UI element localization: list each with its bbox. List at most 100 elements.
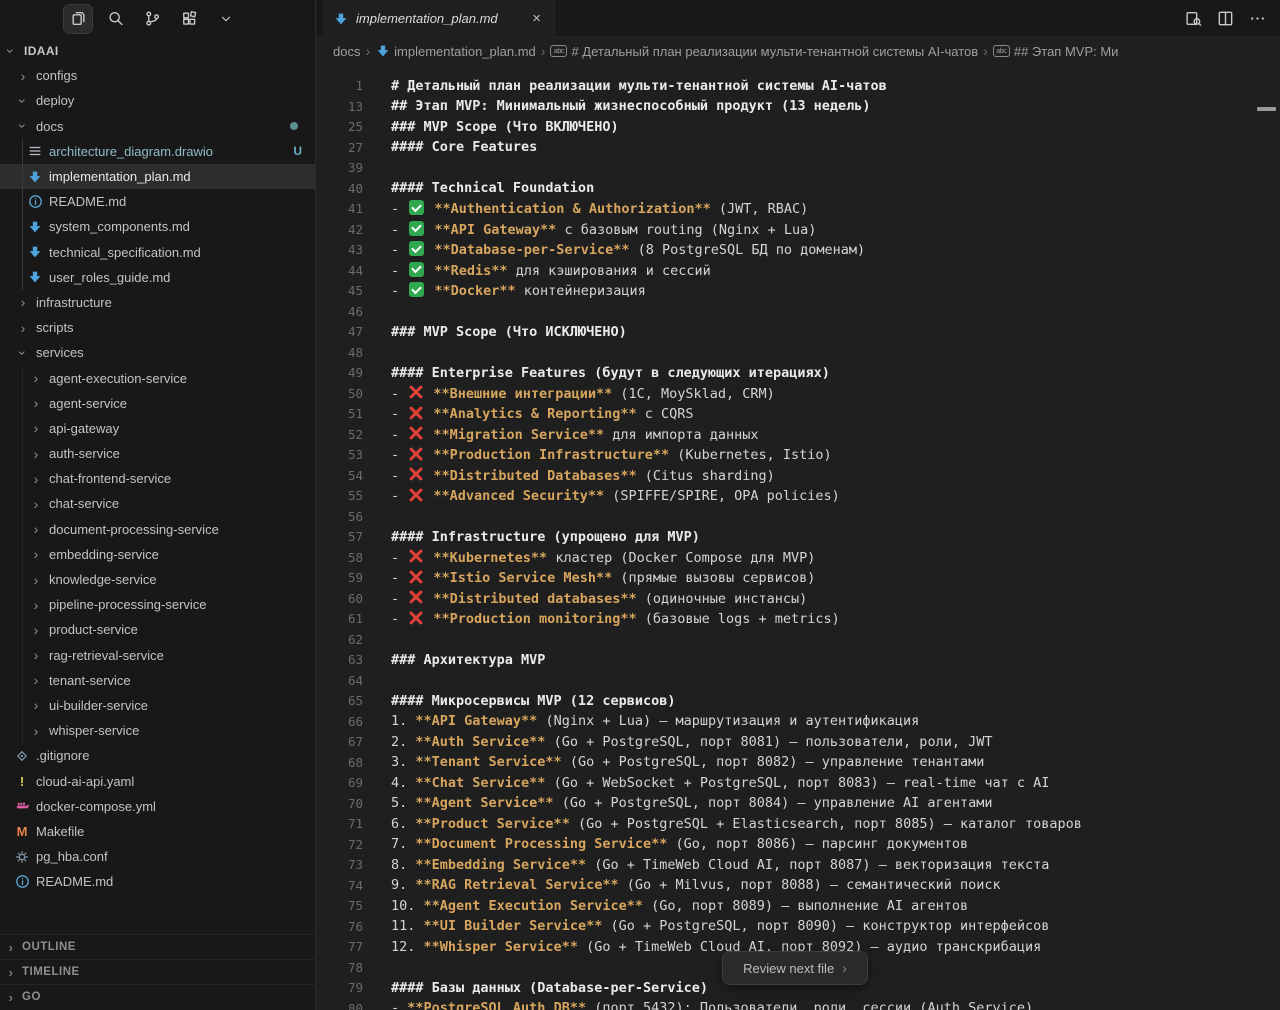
code-line-54[interactable]: 54 - **Distributed Databases** (Citus sha…: [317, 465, 1280, 486]
tree-item-docs[interactable]: › docs: [0, 114, 315, 139]
code-line-75[interactable]: 75 10. **Agent Execution Service** (Go, п…: [317, 896, 1280, 917]
code-line-27[interactable]: 27 #### Core Features: [317, 137, 1280, 158]
code-line-1[interactable]: 1 # Детальный план реализации мульти-тена…: [317, 76, 1280, 97]
code-line-68[interactable]: 68 3. **Tenant Service** (Go + PostgreSQL…: [317, 752, 1280, 773]
code-line-69[interactable]: 69 4. **Chat Service** (Go + WebSocket + …: [317, 773, 1280, 794]
code-line-55[interactable]: 55 - **Advanced Security** (SPIFFE/SPIRE,…: [317, 486, 1280, 507]
breadcrumb-item[interactable]: docs: [333, 44, 360, 59]
search-icon[interactable]: [101, 5, 129, 33]
tree-item-scripts[interactable]: › scripts: [0, 315, 315, 340]
code-line-63[interactable]: 63 ### Архитектура MVP: [317, 650, 1280, 671]
breadcrumb-item[interactable]: abc ## Этап MVP: Ми: [992, 44, 1118, 59]
tree-item-agent-execution-service[interactable]: › agent-execution-service: [0, 365, 315, 390]
section-timeline[interactable]: › TIMELINE: [0, 959, 315, 984]
code-line-42[interactable]: 42 - **API Gateway** с базовым routing (N…: [317, 219, 1280, 240]
code-area[interactable]: 1 # Детальный план реализации мульти-тена…: [317, 65, 1280, 1010]
tab-implementation-plan[interactable]: implementation_plan.md ×: [323, 0, 555, 37]
tree-root-idaai[interactable]: › IDAAI: [0, 38, 315, 63]
tree-item-architecture-diagram-drawio[interactable]: architecture_diagram.drawio U: [0, 139, 315, 164]
line-number: 66: [347, 713, 363, 729]
code-line-62[interactable]: 62: [317, 629, 1280, 650]
code-line-49[interactable]: 49 #### Enterprise Features (будут в след…: [317, 363, 1280, 384]
code-line-13[interactable]: 13 ## Этап MVP: Минимальный жизнеспособны…: [317, 96, 1280, 117]
tree-item-agent-service[interactable]: › agent-service: [0, 391, 315, 416]
code-line-80[interactable]: 80 - **PostgreSQL Auth DB** (порт 5432): …: [317, 998, 1280, 1010]
tree-item-chat-frontend-service[interactable]: › chat-frontend-service: [0, 466, 315, 491]
code-line-65[interactable]: 65 #### Микросервисы MVP (12 сервисов): [317, 691, 1280, 712]
code-line-73[interactable]: 73 8. **Embedding Service** (Go + TimeWeb…: [317, 855, 1280, 876]
split-editor-icon[interactable]: [1212, 6, 1238, 32]
tree-item-configs[interactable]: › configs: [0, 63, 315, 88]
chevron-down-icon[interactable]: [212, 5, 240, 33]
tree-item-pg-hba-conf[interactable]: pg_hba.conf: [0, 844, 315, 869]
text-token: 2.: [391, 733, 416, 750]
code-line-50[interactable]: 50 - **Внешние интеграции** (1C, MoySklad…: [317, 383, 1280, 404]
code-line-48[interactable]: 48: [317, 342, 1280, 363]
tree-item-knowledge-service[interactable]: › knowledge-service: [0, 567, 315, 592]
tree-item-auth-service[interactable]: › auth-service: [0, 441, 315, 466]
tree-item-technical-specification-md[interactable]: technical_specification.md: [0, 240, 315, 265]
tree-item-readme-md[interactable]: README.md: [0, 869, 315, 894]
code-line-52[interactable]: 52 - **Migration Service** для импорта да…: [317, 424, 1280, 445]
code-line-46[interactable]: 46: [317, 301, 1280, 322]
code-line-51[interactable]: 51 - **Analytics & Reporting** с CQRS: [317, 404, 1280, 425]
code-line-61[interactable]: 61 - **Production monitoring** (базовые l…: [317, 609, 1280, 630]
code-line-72[interactable]: 72 7. **Document Processing Service** (Go…: [317, 834, 1280, 855]
tree-item-product-service[interactable]: › product-service: [0, 617, 315, 642]
tree-item-api-gateway[interactable]: › api-gateway: [0, 416, 315, 441]
tree-item-cloud-ai-api-yaml[interactable]: ! cloud-ai-api.yaml: [0, 768, 315, 793]
tree-item-chat-service[interactable]: › chat-service: [0, 491, 315, 516]
code-line-44[interactable]: 44 - **Redis** для кэширования и сессий: [317, 260, 1280, 281]
more-actions-icon[interactable]: [1244, 6, 1270, 32]
explorer-icon[interactable]: [63, 3, 93, 34]
breadcrumb-item[interactable]: implementation_plan.md: [375, 44, 536, 59]
breadcrumb-item[interactable]: abc # Детальный план реализации мульти-те…: [550, 44, 978, 59]
extensions-icon[interactable]: [175, 5, 203, 33]
tree-item-tenant-service[interactable]: › tenant-service: [0, 668, 315, 693]
code-line-40[interactable]: 40 #### Technical Foundation: [317, 178, 1280, 199]
code-line-39[interactable]: 39: [317, 158, 1280, 179]
open-preview-side-icon[interactable]: [1180, 6, 1206, 32]
tree-item-makefile[interactable]: M Makefile: [0, 819, 315, 844]
tree-item-embedding-service[interactable]: › embedding-service: [0, 542, 315, 567]
tree-item-readme-md[interactable]: README.md: [0, 189, 315, 214]
tree-item-implementation-plan-md[interactable]: implementation_plan.md: [0, 163, 315, 190]
review-next-file-button[interactable]: Review next file ›: [722, 951, 868, 985]
code-line-41[interactable]: 41 - **Authentication & Authorization** (…: [317, 199, 1280, 220]
code-line-47[interactable]: 47 ### MVP Scope (Что ИСКЛЮЧЕНО): [317, 322, 1280, 343]
code-line-58[interactable]: 58 - **Kubernetes** кластер (Docker Compo…: [317, 547, 1280, 568]
code-line-74[interactable]: 74 9. **RAG Retrieval Service** (Go + Mil…: [317, 875, 1280, 896]
code-line-66[interactable]: 66 1. **API Gateway** (Nginx + Lua) – мар…: [317, 711, 1280, 732]
code-line-64[interactable]: 64: [317, 670, 1280, 691]
tree-item-document-processing-service[interactable]: › document-processing-service: [0, 517, 315, 542]
code-line-60[interactable]: 60 - **Distributed databases** (одиночные…: [317, 588, 1280, 609]
line-text: # Детальный план реализации мульти-тенан…: [391, 78, 887, 94]
code-line-71[interactable]: 71 6. **Product Service** (Go + PostgreSQ…: [317, 814, 1280, 835]
tree-item-rag-retrieval-service[interactable]: › rag-retrieval-service: [0, 643, 315, 668]
tree-item-pipeline-processing-service[interactable]: › pipeline-processing-service: [0, 592, 315, 617]
code-line-43[interactable]: 43 - **Database-per-Service** (8 PostgreS…: [317, 240, 1280, 261]
source-control-icon[interactable]: [138, 5, 166, 33]
tree-item-user-roles-guide-md[interactable]: user_roles_guide.md: [0, 265, 315, 290]
tree-item-services[interactable]: › services: [0, 340, 315, 365]
code-line-45[interactable]: 45 - **Docker** контейнеризация: [317, 281, 1280, 302]
code-line-56[interactable]: 56: [317, 506, 1280, 527]
tree-item-system-components-md[interactable]: system_components.md: [0, 214, 315, 239]
text-token: -: [391, 406, 408, 423]
tree-item-infrastructure[interactable]: › infrastructure: [0, 290, 315, 315]
section-outline[interactable]: › OUTLINE: [0, 934, 315, 959]
code-line-53[interactable]: 53 - **Production Infrastructure** (Kuber…: [317, 445, 1280, 466]
code-line-57[interactable]: 57 #### Infrastructure (упрощено для MVP): [317, 527, 1280, 548]
tree-item-docker-compose-yml[interactable]: docker-compose.yml: [0, 794, 315, 819]
tree-item-ui-builder-service[interactable]: › ui-builder-service: [0, 693, 315, 718]
tree-item--gitignore[interactable]: .gitignore: [0, 743, 315, 768]
tree-item-whisper-service[interactable]: › whisper-service: [0, 718, 315, 743]
code-line-76[interactable]: 76 11. **UI Builder Service** (Go + Postg…: [317, 916, 1280, 937]
code-line-59[interactable]: 59 - **Istio Service Mesh** (прямые вызов…: [317, 568, 1280, 589]
tree-item-deploy[interactable]: › deploy: [0, 88, 315, 113]
code-line-25[interactable]: 25 ### MVP Scope (Что ВКЛЮЧЕНО): [317, 117, 1280, 138]
tab-close-icon[interactable]: ×: [529, 10, 544, 27]
code-line-70[interactable]: 70 5. **Agent Service** (Go + PostgreSQL,…: [317, 793, 1280, 814]
section-go[interactable]: › GO: [0, 984, 315, 1009]
code-line-67[interactable]: 67 2. **Auth Service** (Go + PostgreSQL, …: [317, 732, 1280, 753]
